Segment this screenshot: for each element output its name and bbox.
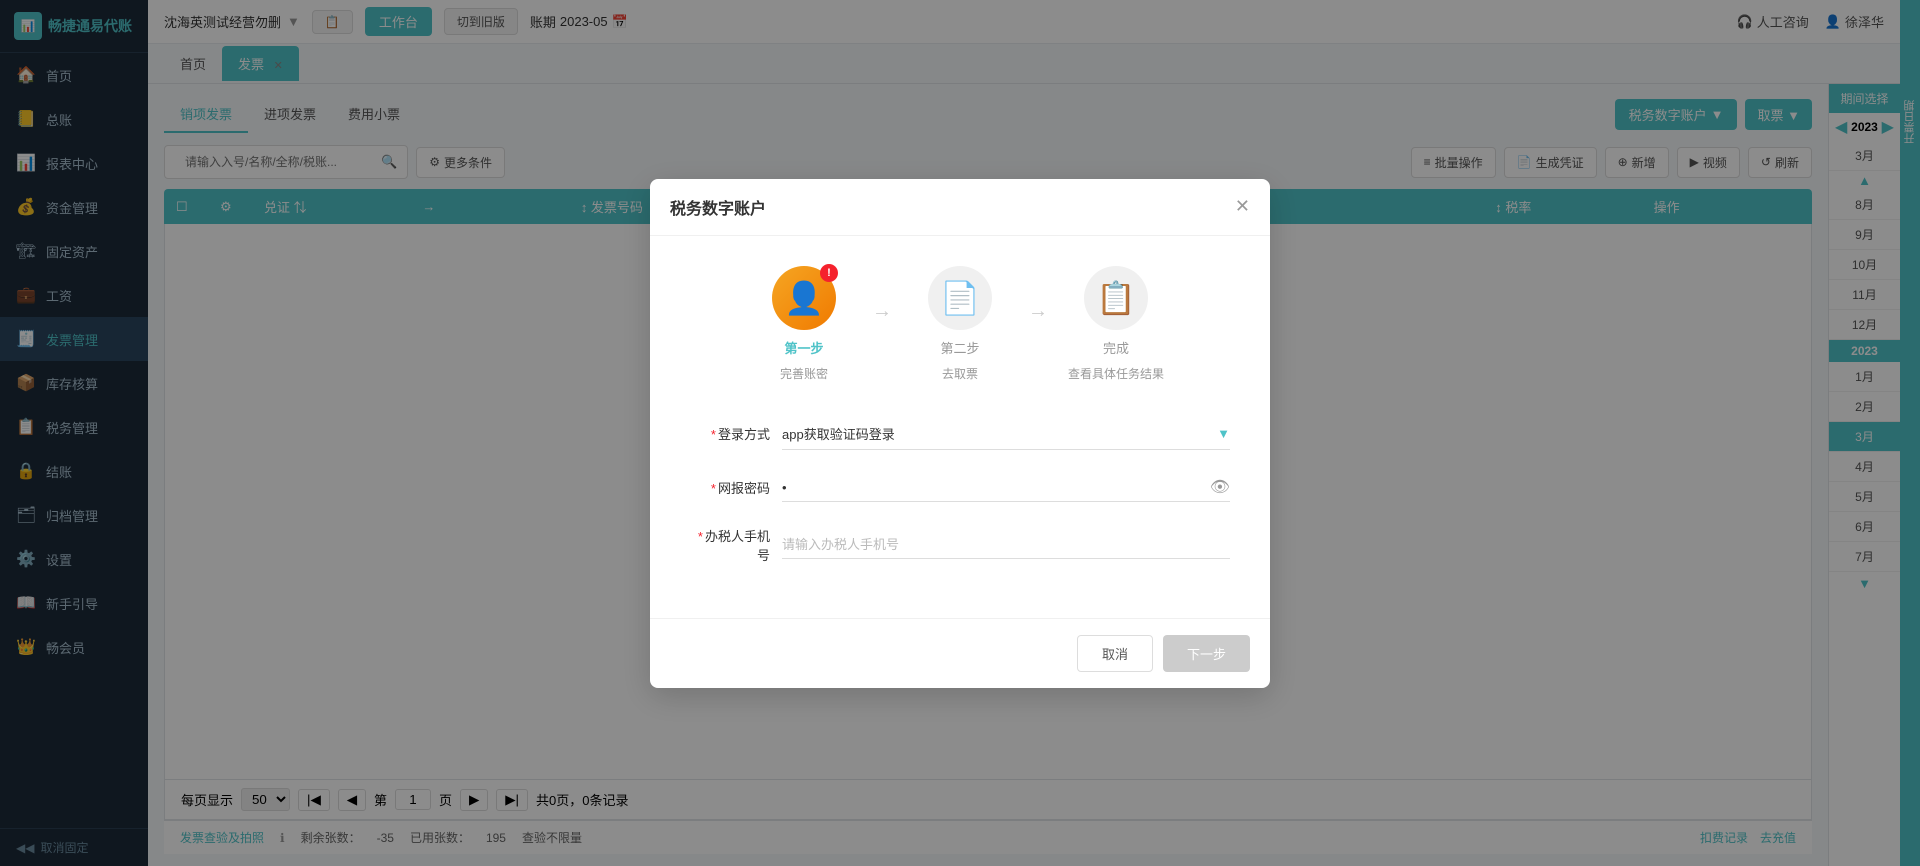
dialog-header: 税务数字账户 ✕: [650, 179, 1270, 236]
step-2-label: 第二步: [940, 338, 979, 357]
step-3: 📋 完成 查看具体任务结果: [1056, 266, 1176, 382]
phone-input[interactable]: [782, 531, 1230, 559]
modal-overlay[interactable]: 税务数字账户 ✕ 👤 ! 第一步 完善账密 →: [0, 0, 1920, 866]
login-method-label: 登录方式: [690, 424, 770, 443]
phone-row: 办税人手机号: [690, 526, 1230, 564]
phone-label: 办税人手机号: [690, 526, 770, 564]
step-1-desc: 完善账密: [780, 365, 828, 382]
dialog-title: 税务数字账户: [670, 195, 766, 219]
step-3-icon-inner: 📋: [1096, 279, 1136, 317]
next-btn[interactable]: 下一步: [1163, 635, 1250, 672]
show-password-icon[interactable]: 👁: [1210, 477, 1230, 497]
dialog-footer: 取消 下一步: [650, 618, 1270, 688]
tax-digital-dialog: 税务数字账户 ✕ 👤 ! 第一步 完善账密 →: [650, 179, 1270, 688]
step-2-desc: 去取票: [942, 365, 978, 382]
step-2-icon: 📄: [928, 266, 992, 330]
step-2-icon-inner: 📄: [940, 279, 980, 317]
arrow-1-icon: →: [872, 300, 892, 347]
step-1-icon: 👤 !: [772, 266, 836, 330]
step-1-error-badge: !: [820, 264, 838, 282]
step-1-label: 第一步: [784, 338, 823, 357]
arrow-2-icon: →: [1028, 300, 1048, 347]
select-arrow-icon: ▼: [1217, 426, 1230, 441]
dialog-body: 👤 ! 第一步 完善账密 → 📄 第二步 去取票 →: [650, 236, 1270, 618]
step-2: 📄 第二步 去取票: [900, 266, 1020, 382]
login-method-control: app获取验证码登录 ▼: [782, 418, 1230, 450]
step-3-icon: 📋: [1084, 266, 1148, 330]
steps-container: 👤 ! 第一步 完善账密 → 📄 第二步 去取票 →: [690, 266, 1230, 382]
cancel-btn[interactable]: 取消: [1077, 635, 1153, 672]
login-method-value: app获取验证码登录: [782, 424, 895, 443]
password-row: 网报密码 👁: [690, 474, 1230, 502]
phone-control: [782, 531, 1230, 559]
login-method-select[interactable]: app获取验证码登录 ▼: [782, 418, 1230, 450]
step-1: 👤 ! 第一步 完善账密: [744, 266, 864, 382]
password-label: 网报密码: [690, 478, 770, 497]
step-3-desc: 查看具体任务结果: [1068, 365, 1164, 382]
password-input[interactable]: [782, 474, 1210, 501]
login-method-row: 登录方式 app获取验证码登录 ▼: [690, 418, 1230, 450]
step-3-label: 完成: [1103, 338, 1129, 357]
dialog-close-btn[interactable]: ✕: [1235, 196, 1250, 217]
step-1-icon-inner: 👤: [784, 279, 824, 317]
password-control: 👁: [782, 474, 1230, 502]
